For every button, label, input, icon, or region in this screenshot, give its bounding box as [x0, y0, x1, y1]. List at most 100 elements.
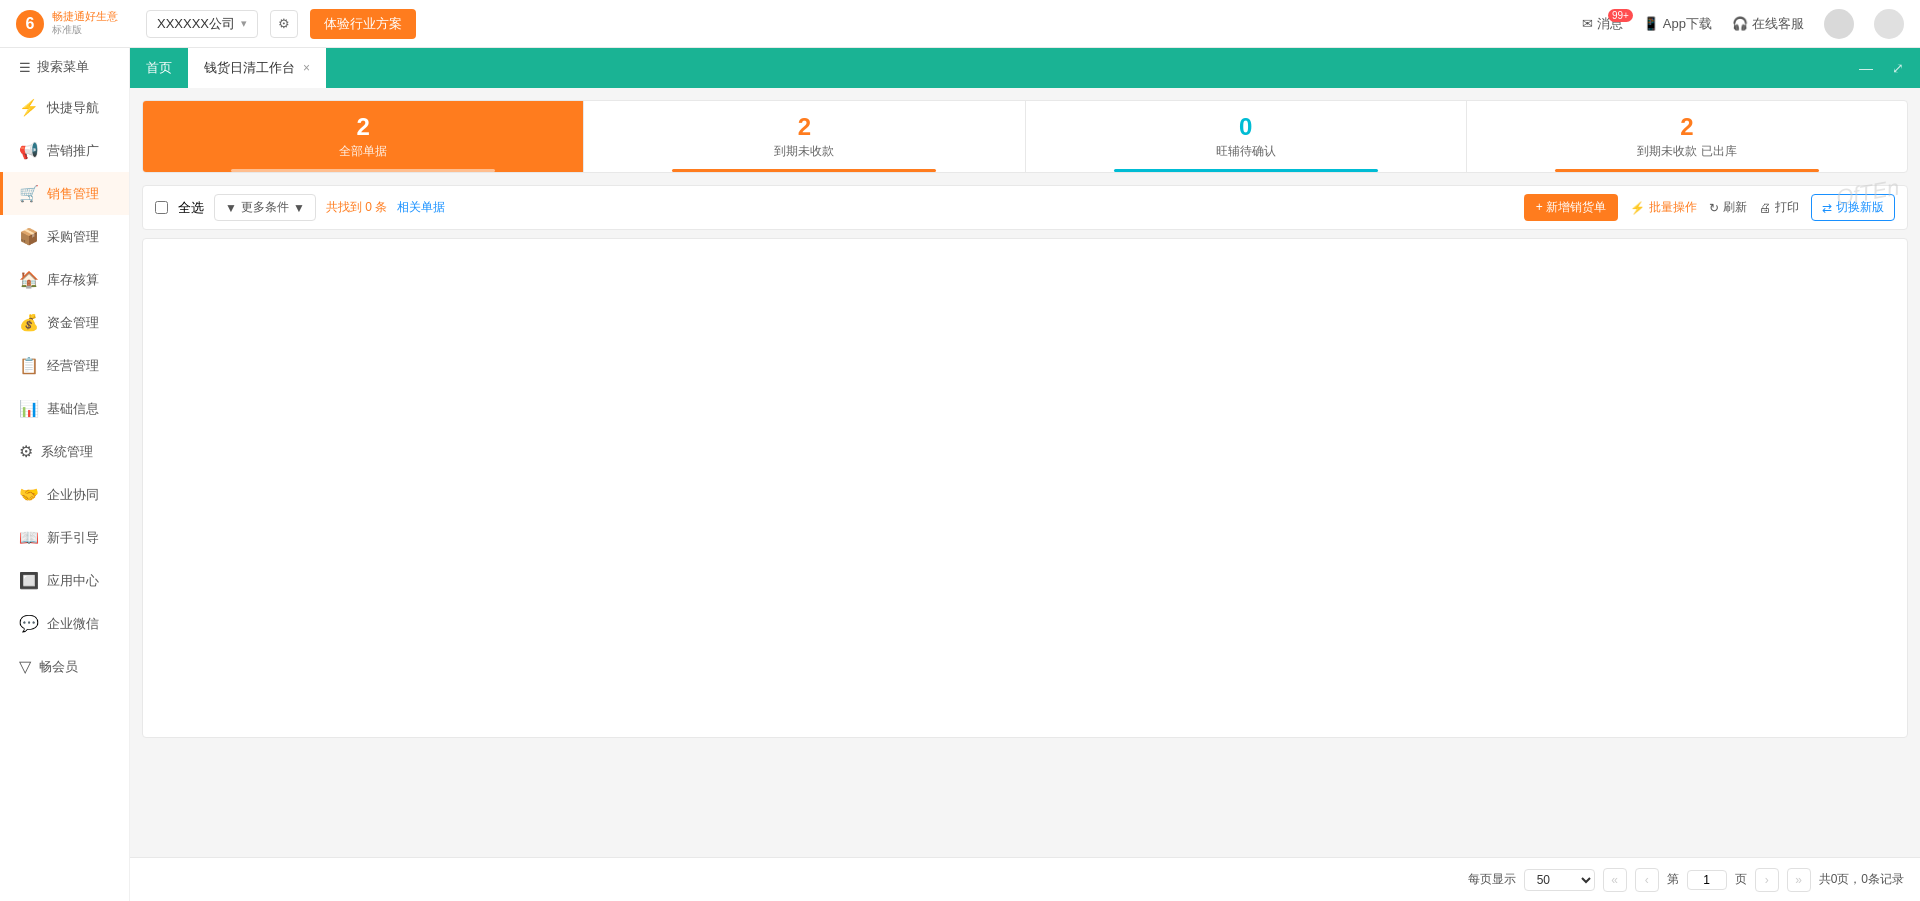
sidebar-item-label: 库存核算: [47, 271, 99, 289]
filter-label: 更多条件: [241, 199, 289, 216]
logo-title: 畅捷通好生意: [52, 10, 118, 23]
sidebar: ☰ 搜索菜单 ⚡ 快捷导航 📢 营销推广 🛒 销售管理 📦 采购管理 🏠 库存核…: [0, 48, 130, 901]
tab-bar: 首页 钱货日清工作台 × — ⤢: [130, 48, 1920, 88]
sidebar-item-wechat[interactable]: 💬 企业微信: [0, 602, 129, 645]
tab-home-label: 首页: [146, 59, 172, 77]
page-label: 第: [1667, 871, 1679, 888]
quick-nav-icon: ⚡: [19, 98, 39, 117]
guide-icon: 📖: [19, 528, 39, 547]
tab-bar-controls: — ⤢: [1854, 56, 1920, 80]
print-button[interactable]: 🖨 打印: [1759, 199, 1799, 216]
system-icon: ⚙: [19, 442, 33, 461]
summary-cards: 2 全部单据 2 到期未收款 0 旺辅待确认 2 到期未收款 已出库: [142, 100, 1908, 173]
download-icon: 📱: [1643, 16, 1659, 31]
sidebar-item-member[interactable]: ▽ 畅会员: [0, 645, 129, 688]
sidebar-item-operations[interactable]: 📋 经营管理: [0, 344, 129, 387]
per-page-select[interactable]: 50 100 200: [1524, 869, 1595, 891]
summary-card-all[interactable]: 2 全部单据: [143, 101, 584, 172]
filter-button[interactable]: ▼ 更多条件 ▼: [214, 194, 316, 221]
logo-area: 6 畅捷通好生意 标准版: [16, 10, 146, 38]
sidebar-item-label: 应用中心: [47, 572, 99, 590]
message-button[interactable]: ✉ 消息 99+: [1582, 15, 1623, 33]
sidebar-item-purchase[interactable]: 📦 采购管理: [0, 215, 129, 258]
switch-icon: ⇄: [1822, 201, 1832, 215]
sidebar-item-base-info[interactable]: 📊 基础信息: [0, 387, 129, 430]
select-all-checkbox[interactable]: [155, 201, 168, 214]
tab-minimize-button[interactable]: —: [1854, 56, 1878, 80]
card-num-all: 2: [163, 113, 563, 141]
sales-icon: 🛒: [19, 184, 39, 203]
app-download-label: App下载: [1663, 15, 1712, 33]
switch-version-button[interactable]: ⇄ 切换新版: [1811, 194, 1895, 221]
tab-close-icon[interactable]: ×: [303, 61, 310, 75]
switch-label: 切换新版: [1836, 199, 1884, 216]
next-page-button[interactable]: ›: [1755, 868, 1779, 892]
sidebar-item-inventory[interactable]: 🏠 库存核算: [0, 258, 129, 301]
sidebar-item-marketing[interactable]: 📢 营销推广: [0, 129, 129, 172]
pagination-bar: 每页显示 50 100 200 « ‹ 第 页 › » 共0页，0条记录: [130, 857, 1920, 901]
tab-maximize-button[interactable]: ⤢: [1886, 56, 1910, 80]
member-icon: ▽: [19, 657, 31, 676]
sidebar-item-label: 销售管理: [47, 185, 99, 203]
print-label: 打印: [1775, 199, 1799, 216]
per-page-label: 每页显示: [1468, 871, 1516, 888]
sidebar-item-search[interactable]: ☰ 搜索菜单: [0, 48, 129, 86]
sidebar-item-label: 营销推广: [47, 142, 99, 160]
total-label: 共0页，0条记录: [1819, 871, 1904, 888]
tab-home[interactable]: 首页: [130, 48, 188, 88]
online-service-button[interactable]: 🎧 在线客服: [1732, 15, 1804, 33]
first-page-button[interactable]: «: [1603, 868, 1627, 892]
card-num-pending: 0: [1046, 113, 1446, 141]
avatar-extra: [1874, 9, 1904, 39]
batch-label: 批量操作: [1649, 199, 1697, 216]
sidebar-item-quicknav[interactable]: ⚡ 快捷导航: [0, 86, 129, 129]
refresh-button[interactable]: ↻ 刷新: [1709, 199, 1747, 216]
inventory-icon: 🏠: [19, 270, 39, 289]
sidebar-item-label: 企业微信: [47, 615, 99, 633]
sidebar-item-sales[interactable]: 🛒 销售管理: [0, 172, 129, 215]
app-download-button[interactable]: 📱 App下载: [1643, 15, 1712, 33]
sidebar-item-finance[interactable]: 💰 资金管理: [0, 301, 129, 344]
related-link[interactable]: 相关单据: [397, 199, 445, 216]
card-label-all: 全部单据: [163, 143, 563, 160]
summary-card-shipped[interactable]: 2 到期未收款 已出库: [1467, 101, 1907, 172]
card-num-overdue: 2: [604, 113, 1004, 141]
sidebar-item-system[interactable]: ⚙ 系统管理: [0, 430, 129, 473]
batch-operation-button[interactable]: ⚡ 批量操作: [1630, 199, 1697, 216]
found-number: 0: [365, 200, 372, 214]
found-count-text: 共找到 0 条: [326, 199, 387, 216]
sidebar-item-label: 畅会员: [39, 658, 78, 676]
avatar[interactable]: [1824, 9, 1854, 39]
cooperation-icon: 🤝: [19, 485, 39, 504]
card-num-shipped: 2: [1487, 113, 1887, 141]
batch-icon: ⚡: [1630, 201, 1645, 215]
sidebar-item-cooperation[interactable]: 🤝 企业协同: [0, 473, 129, 516]
sidebar-item-label: 基础信息: [47, 400, 99, 418]
experience-button[interactable]: 体验行业方案: [310, 9, 416, 39]
operations-icon: 📋: [19, 356, 39, 375]
sidebar-item-label: 经营管理: [47, 357, 99, 375]
finance-icon: 💰: [19, 313, 39, 332]
summary-card-overdue[interactable]: 2 到期未收款: [584, 101, 1025, 172]
logo-icon: 6: [16, 10, 44, 38]
prev-page-button[interactable]: ‹: [1635, 868, 1659, 892]
table-area: [142, 238, 1908, 738]
sidebar-item-appstore[interactable]: 🔲 应用中心: [0, 559, 129, 602]
page-number-input[interactable]: [1687, 870, 1727, 890]
settings-button[interactable]: ⚙: [270, 10, 298, 38]
filter-icon: ▼: [225, 201, 237, 215]
card-label-pending: 旺辅待确认: [1046, 143, 1446, 160]
sidebar-item-label: 采购管理: [47, 228, 99, 246]
last-page-button[interactable]: »: [1787, 868, 1811, 892]
tab-workbench[interactable]: 钱货日清工作台 ×: [188, 48, 326, 88]
summary-card-pending[interactable]: 0 旺辅待确认: [1026, 101, 1467, 172]
refresh-label: 刷新: [1723, 199, 1747, 216]
company-name: XXXXXX公司: [157, 15, 235, 33]
online-service-label: 在线客服: [1752, 15, 1804, 33]
sidebar-item-label: 系统管理: [41, 443, 93, 461]
gear-icon: ⚙: [278, 16, 290, 31]
toolbar-right: + 新增销货单 ⚡ 批量操作 ↻ 刷新 🖨 打印 ⇄ 切换新版: [1524, 194, 1895, 221]
new-sales-order-button[interactable]: + 新增销货单: [1524, 194, 1618, 221]
sidebar-item-guide[interactable]: 📖 新手引导: [0, 516, 129, 559]
company-selector[interactable]: XXXXXX公司 ▾: [146, 10, 258, 38]
